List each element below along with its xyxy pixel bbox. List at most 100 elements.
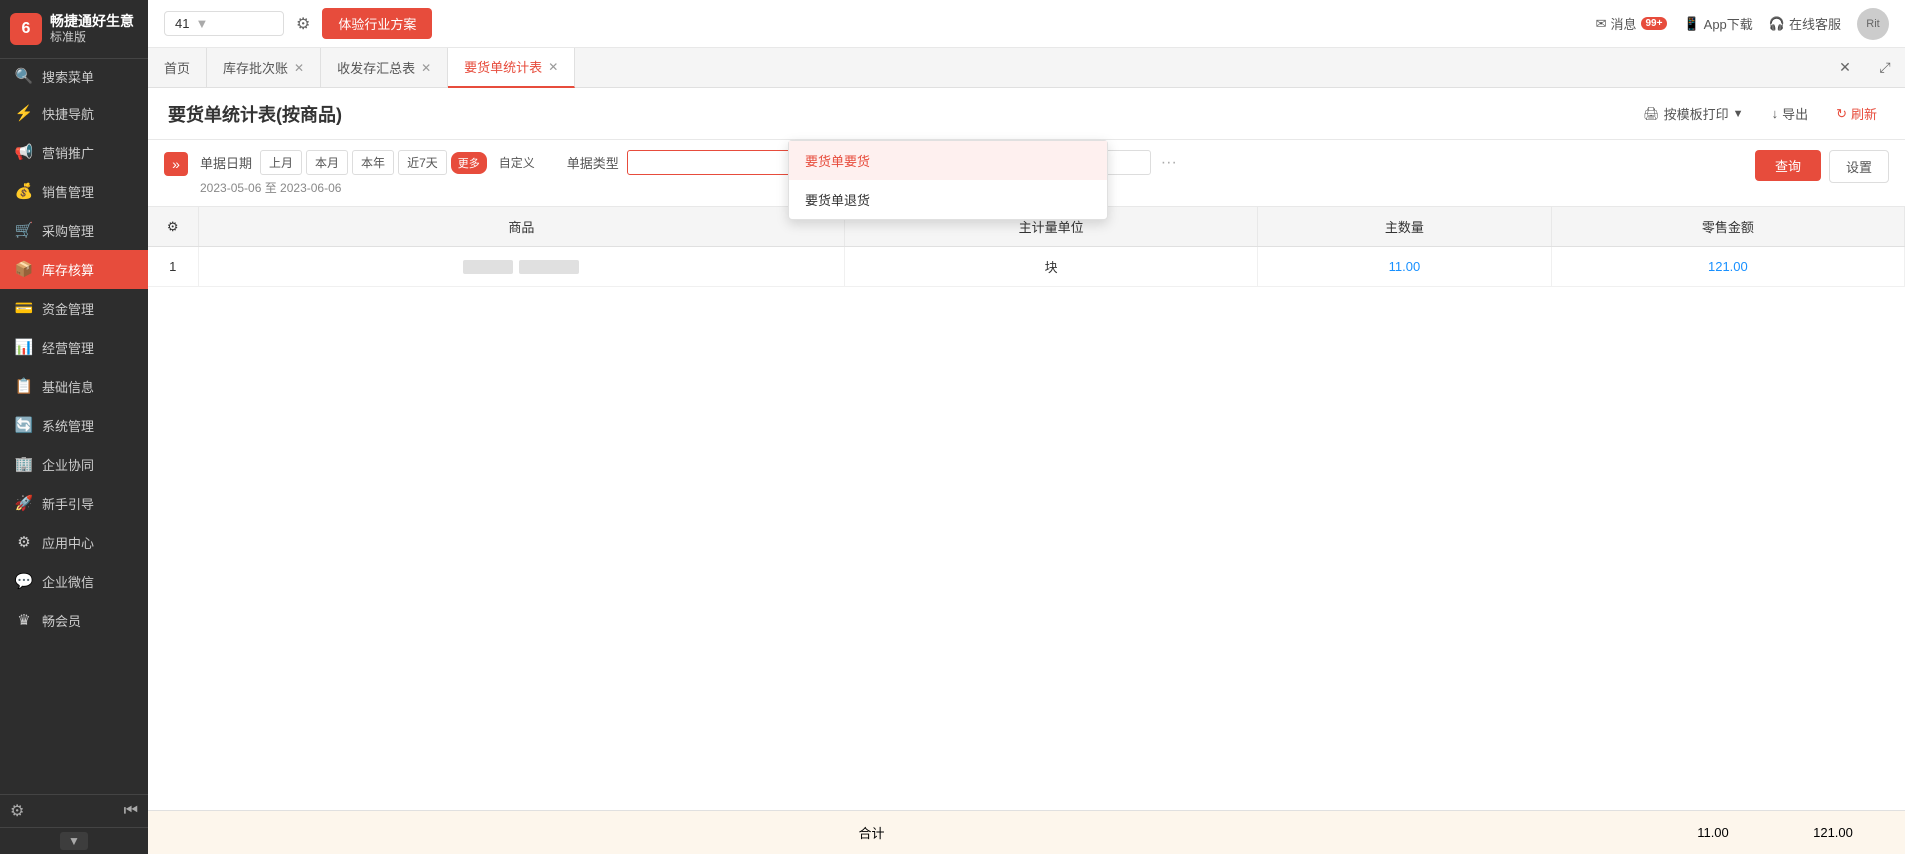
message-icon: ✉ [1596, 16, 1607, 32]
search-icon: 🔍 [14, 67, 34, 85]
sidebar-toggle-btn[interactable]: ⏮ [124, 802, 138, 820]
topbar-actions: ✉ 消息 99+ 📱 App下载 🎧 在线客服 Rit [1596, 8, 1889, 40]
footer-amount: 121.00 [1813, 825, 1853, 840]
sidebar-item-guide[interactable]: 🚀 新手引导 [0, 484, 148, 523]
date-this-year-btn[interactable]: 本年 [352, 150, 394, 175]
sales-icon: 💰 [14, 182, 34, 200]
sidebar-item-marketing[interactable]: 📢 营销推广 [0, 133, 148, 172]
filter-settings-btn[interactable]: 设置 [1829, 150, 1889, 183]
sidebar-item-enterprise[interactable]: 🏢 企业协同 [0, 445, 148, 484]
date-more-btn[interactable]: 更多 [451, 152, 487, 174]
maximize-window-btn[interactable]: ⤢ [1865, 48, 1905, 88]
sidebar-item-basic-info[interactable]: 📋 基础信息 [0, 367, 148, 406]
col-product: 商品 [198, 207, 845, 247]
sidebar-item-quick-nav[interactable]: ⚡ 快捷导航 [0, 94, 148, 133]
cell-amount: 121.00 [1551, 247, 1904, 287]
window-control-btns: ✕ ⤢ [1825, 48, 1905, 88]
export-btn[interactable]: ↓ 导出 [1764, 100, 1817, 127]
quick-nav-icon: ⚡ [14, 104, 34, 122]
sidebar-nav: ⚡ 快捷导航 📢 营销推广 💰 销售管理 🛒 采购管理 📦 库存核算 💳 资金管… [0, 94, 148, 794]
sidebar-item-label: 基础信息 [42, 377, 94, 396]
filter-date-group: 单据日期 上月 本月 本年 近7天 更多 自定义 2023-05-06 至 20… [200, 150, 543, 196]
wechat-icon: 💬 [14, 572, 34, 590]
date-filter-row: 单据日期 上月 本月 本年 近7天 更多 自定义 [200, 150, 543, 175]
date-last-month-btn[interactable]: 上月 [260, 150, 302, 175]
print-icon: 🖨 [1643, 106, 1660, 122]
cell-product [198, 247, 845, 287]
app-logo-text: 畅捷通好生意 标准版 [50, 12, 134, 46]
sidebar-item-label: 应用中心 [42, 533, 94, 552]
sidebar-item-label: 畅会员 [42, 611, 81, 630]
finance-icon: 💳 [14, 299, 34, 317]
cell-unit: 块 [845, 247, 1258, 287]
expand-icon: » [172, 156, 180, 172]
sidebar-item-finance[interactable]: 💳 资金管理 [0, 289, 148, 328]
sidebar-item-label: 采购管理 [42, 221, 94, 240]
sidebar-item-label: 销售管理 [42, 182, 94, 201]
footer-quantity: 11.00 [1697, 825, 1729, 840]
message-badge: 99+ [1641, 17, 1668, 30]
trial-btn[interactable]: 体验行业方案 [322, 8, 432, 39]
enterprise-icon: 🏢 [14, 455, 34, 473]
download-icon: 📱 [1683, 16, 1699, 32]
close-window-btn[interactable]: ✕ [1825, 48, 1865, 88]
col-quantity: 主数量 [1258, 207, 1552, 247]
user-avatar[interactable]: Rit [1857, 8, 1889, 40]
sidebar-settings-btn[interactable]: ⚙ [10, 801, 24, 821]
cell-index: 1 [148, 247, 198, 287]
sidebar-item-member[interactable]: ♛ 畅会员 [0, 601, 148, 640]
table-wrap[interactable]: ⚙ 商品 主计量单位 主数量 零售金额 [148, 207, 1905, 810]
sidebar-item-wechat[interactable]: 💬 企业微信 [0, 562, 148, 601]
refresh-btn[interactable]: ↻ 刷新 [1828, 100, 1885, 127]
sidebar-item-label: 快捷导航 [42, 104, 94, 123]
footer-label: 合计 [858, 826, 884, 841]
app-download-btn[interactable]: 📱 App下载 [1683, 14, 1752, 33]
guide-icon: 🚀 [14, 494, 34, 512]
type-filter-label: 单据类型 [567, 153, 619, 172]
message-btn[interactable]: ✉ 消息 99+ [1596, 14, 1668, 33]
date-filter-label: 单据日期 [200, 153, 252, 172]
dropdown-item-order-request[interactable]: 要货单要货 [789, 141, 1107, 180]
sidebar-item-system[interactable]: 🔄 系统管理 [0, 406, 148, 445]
sidebar-item-search[interactable]: 🔍 搜索菜单 [0, 59, 148, 94]
online-service-btn[interactable]: 🎧 在线客服 [1769, 14, 1841, 33]
date-quick-btns: 上月 本月 本年 近7天 更多 自定义 [260, 150, 543, 175]
sidebar-item-inventory[interactable]: 📦 库存核算 [0, 250, 148, 289]
sidebar-logo: 6 畅捷通好生意 标准版 [0, 0, 148, 59]
date-custom-btn[interactable]: 自定义 [491, 151, 543, 174]
print-btn[interactable]: 🖨 按模板打印 ▼ [1635, 100, 1751, 127]
tab-close-icon[interactable]: ✕ [548, 60, 558, 74]
filter-more-icon[interactable]: ··· [1161, 154, 1177, 172]
date-this-month-btn[interactable]: 本月 [306, 150, 348, 175]
tab-close-icon[interactable]: ✕ [294, 61, 304, 75]
content-header: 要货单统计表(按商品) 🖨 按模板打印 ▼ ↓ 导出 ↻ 刷新 [148, 88, 1905, 140]
table-row: 1 块 11.00 [148, 247, 1905, 287]
app-center-icon: ⚙ [14, 533, 34, 551]
sidebar-item-operations[interactable]: 📊 经营管理 [0, 328, 148, 367]
query-btn[interactable]: 查询 [1755, 150, 1821, 181]
sidebar-scroll-down[interactable]: ▼ [60, 832, 88, 850]
sidebar-item-sales[interactable]: 💰 销售管理 [0, 172, 148, 211]
filter-expand-btn[interactable]: » [164, 152, 188, 176]
tab-close-icon[interactable]: ✕ [421, 61, 431, 75]
content-body: ⚙ 商品 主计量单位 主数量 零售金额 [148, 207, 1905, 854]
date-last-7days-btn[interactable]: 近7天 [398, 150, 447, 175]
tenant-selector[interactable]: 41 ▼ [164, 11, 284, 36]
sidebar-item-purchase[interactable]: 🛒 采购管理 [0, 211, 148, 250]
sidebar-item-app-center[interactable]: ⚙ 应用中心 [0, 523, 148, 562]
tab-home[interactable]: 首页 [148, 48, 207, 88]
cell-quantity: 11.00 [1258, 247, 1552, 287]
col-settings[interactable]: ⚙ [148, 207, 198, 247]
tab-order-summary[interactable]: 要货单统计表 ✕ [448, 48, 575, 88]
export-icon: ↓ [1772, 106, 1779, 121]
col-amount: 零售金额 [1551, 207, 1904, 247]
tab-inventory-batch[interactable]: 库存批次账 ✕ [207, 48, 321, 88]
chevron-down-icon: ▼ [195, 16, 208, 31]
topbar: 41 ▼ ⚙ 体验行业方案 ✉ 消息 99+ 📱 App下载 🎧 在线客服 Ri… [148, 0, 1905, 48]
dropdown-item-order-return[interactable]: 要货单退货 [789, 180, 1107, 219]
tenant-name: 41 [175, 16, 189, 31]
page-title: 要货单统计表(按商品) [168, 101, 342, 127]
topbar-gear-icon[interactable]: ⚙ [296, 14, 310, 34]
service-icon: 🎧 [1769, 16, 1785, 32]
tab-receivable-summary[interactable]: 收发存汇总表 ✕ [321, 48, 448, 88]
